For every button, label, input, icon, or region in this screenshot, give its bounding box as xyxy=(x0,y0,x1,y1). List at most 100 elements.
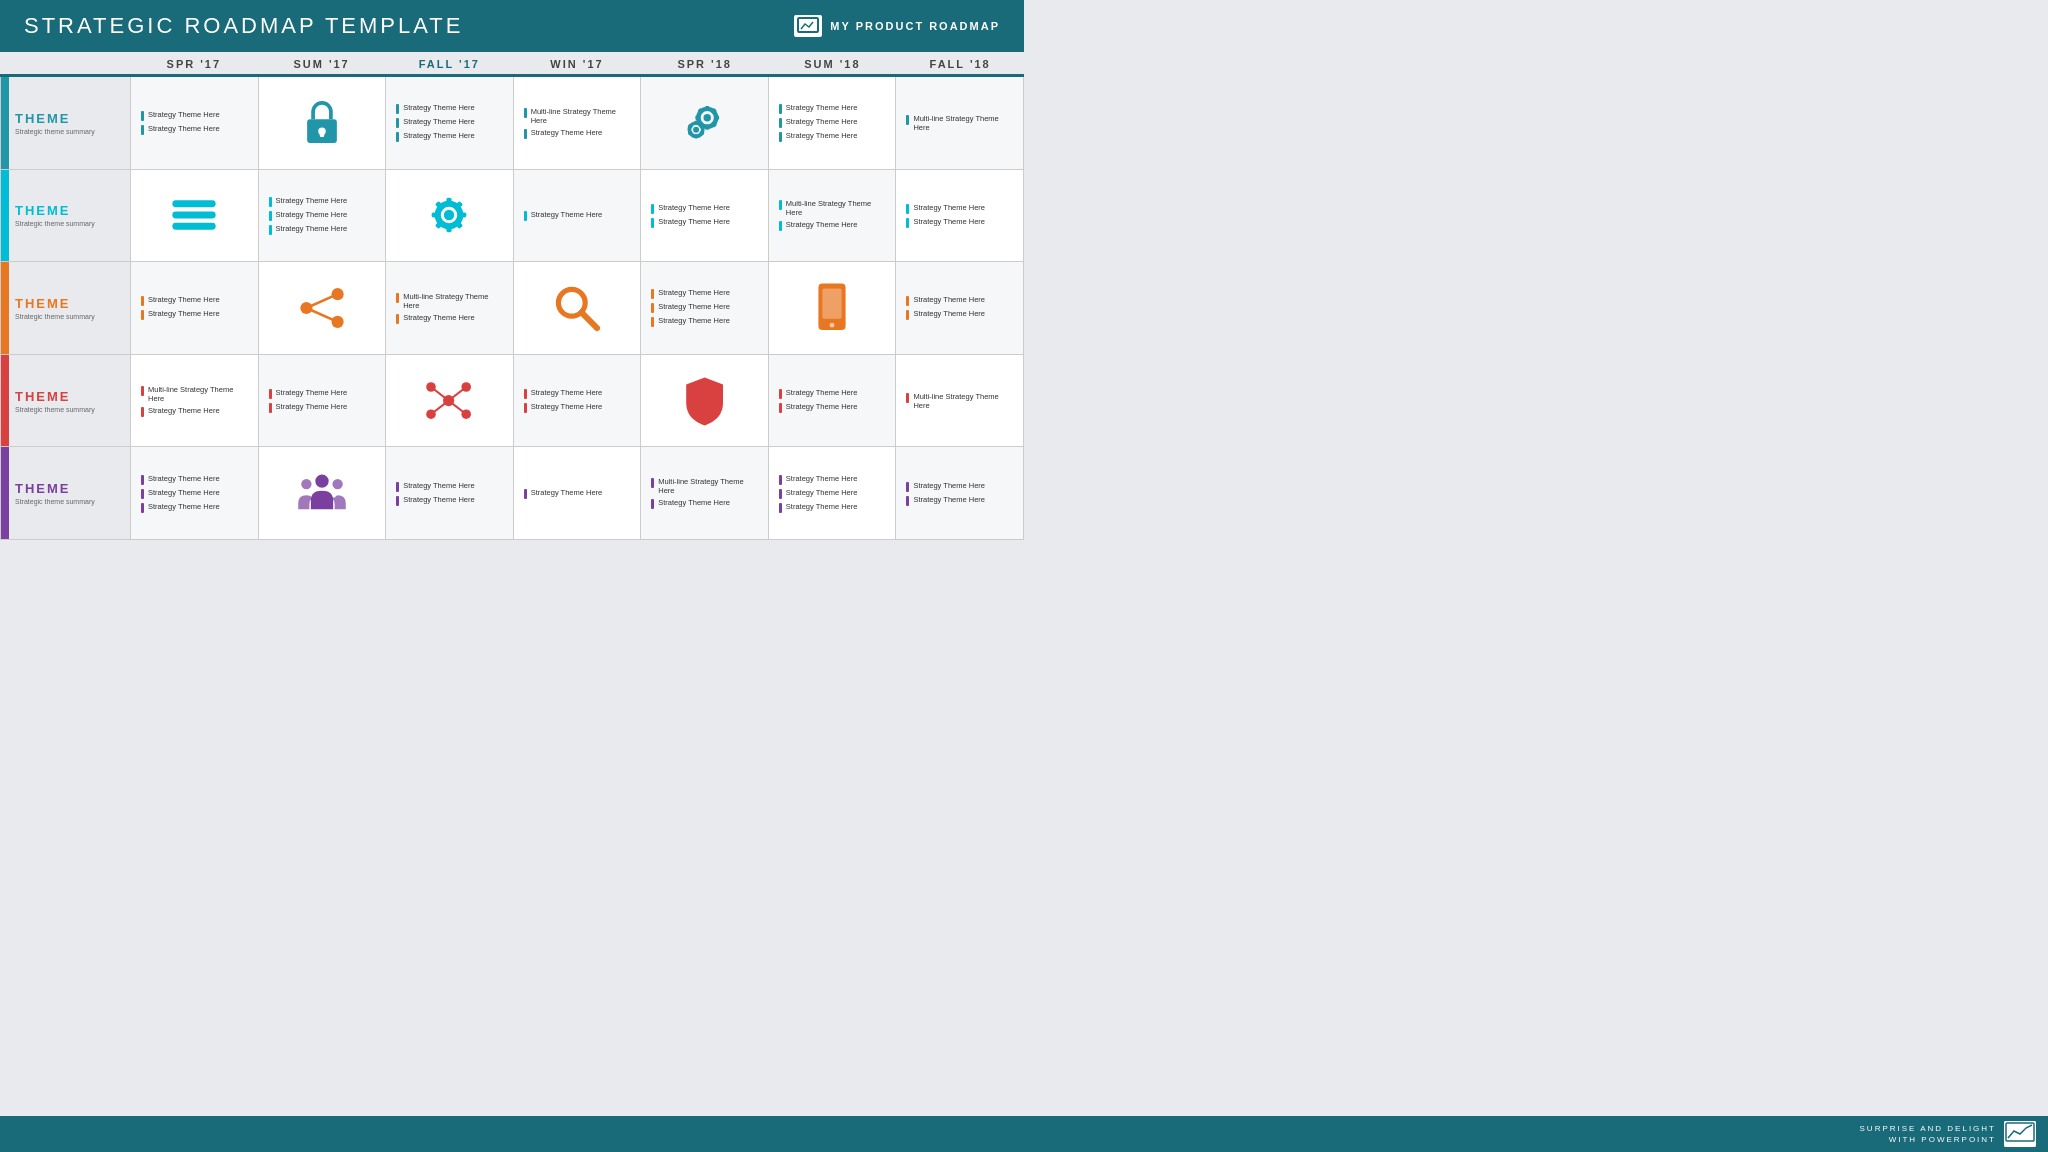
svg-rect-3 xyxy=(320,131,324,137)
list-item: Multi-line Strategy Theme Here xyxy=(906,114,1013,132)
row-theme-1: Theme xyxy=(15,203,122,218)
header: Strategic Roadmap Template My Product Ro… xyxy=(0,0,1024,52)
list-item: Strategy Theme Here xyxy=(269,388,376,399)
text-bar xyxy=(779,503,782,513)
text-bar xyxy=(906,218,909,228)
row-summary-0: Strategic theme summary xyxy=(15,128,122,135)
list-item: Strategy Theme Here xyxy=(524,488,631,499)
text-bar xyxy=(779,221,782,231)
col-header-3: WIN '17 xyxy=(513,58,641,70)
list-item: Strategy Theme Here xyxy=(141,295,248,306)
list-item: Strategy Theme Here xyxy=(141,406,248,417)
list-item: Multi-line Strategy Theme Here xyxy=(141,385,248,403)
text-bar xyxy=(141,503,144,513)
cell-r1-c0 xyxy=(131,170,259,263)
list-item: Multi-line Strategy Theme Here xyxy=(779,199,886,217)
svg-rect-24 xyxy=(173,223,216,230)
svg-line-52 xyxy=(431,400,449,414)
list-item: Multi-line Strategy Theme Here xyxy=(396,292,503,310)
text-bar xyxy=(141,125,144,135)
svg-rect-29 xyxy=(460,213,467,218)
list-item: Strategy Theme Here xyxy=(779,474,886,485)
list-item: Strategy Theme Here xyxy=(779,131,886,142)
list-item: Strategy Theme Here xyxy=(269,402,376,413)
text-bar xyxy=(779,118,782,128)
row-theme-0: Theme xyxy=(15,111,122,126)
text-bar xyxy=(141,386,144,396)
cell-r4-c6: Strategy Theme HereStrategy Theme Here xyxy=(896,447,1024,540)
list-item: Strategy Theme Here xyxy=(141,309,248,320)
text-bar xyxy=(906,496,909,506)
text-bar xyxy=(651,204,654,214)
text-bar xyxy=(396,496,399,506)
cell-r1-c3: Strategy Theme Here xyxy=(514,170,642,263)
list-item: Strategy Theme Here xyxy=(906,203,1013,214)
list-item: Strategy Theme Here xyxy=(269,224,376,235)
list-item: Strategy Theme Here xyxy=(524,388,631,399)
list-item: Strategy Theme Here xyxy=(651,217,758,228)
list-item: Strategy Theme Here xyxy=(779,402,886,413)
col-header-6: FALL '18 xyxy=(896,58,1024,70)
row-summary-4: Strategic theme summary xyxy=(15,498,122,505)
list-item: Multi-line Strategy Theme Here xyxy=(906,392,1013,410)
svg-point-26 xyxy=(444,210,454,220)
row-label-1: Theme Strategic theme summary xyxy=(1,170,131,263)
cell-r3-c0: Multi-line Strategy Theme Here Strategy T… xyxy=(131,355,259,448)
main-content: SPR '17SUM '17FALL '17WIN '17SPR '18SUM … xyxy=(0,52,1024,540)
list-item: Strategy Theme Here xyxy=(396,495,503,506)
text-bar xyxy=(269,403,272,413)
text-bar xyxy=(524,403,527,413)
brand-text: My Product Roadmap xyxy=(830,20,1000,32)
text-bar xyxy=(524,211,527,221)
cell-r4-c3: Strategy Theme Here xyxy=(514,447,642,540)
text-bar xyxy=(779,104,782,114)
text-bar xyxy=(396,132,399,142)
text-bar xyxy=(269,389,272,399)
cell-r3-c2 xyxy=(386,355,514,448)
list-item: Strategy Theme Here xyxy=(651,498,758,509)
list-item: Strategy Theme Here xyxy=(396,117,503,128)
list-item: Strategy Theme Here xyxy=(651,288,758,299)
cell-r3-c5: Strategy Theme HereStrategy Theme Here xyxy=(769,355,897,448)
header-brand: My Product Roadmap xyxy=(794,15,1000,37)
list-item: Strategy Theme Here xyxy=(651,302,758,313)
cell-r3-c3: Strategy Theme HereStrategy Theme Here xyxy=(514,355,642,448)
text-bar xyxy=(396,293,399,303)
column-headers: SPR '17SUM '17FALL '17WIN '17SPR '18SUM … xyxy=(0,52,1024,77)
header-title: Strategic Roadmap Template xyxy=(24,13,463,39)
brand-icon xyxy=(794,15,822,37)
svg-rect-8 xyxy=(713,115,718,119)
col-header-2: FALL '17 xyxy=(385,58,513,70)
col-header-1: SUM '17 xyxy=(258,58,386,70)
svg-line-39 xyxy=(306,308,337,322)
svg-line-41 xyxy=(581,312,597,328)
text-bar xyxy=(651,499,654,509)
cell-r3-c1: Strategy Theme Here Strategy Theme Here xyxy=(259,355,387,448)
svg-line-50 xyxy=(431,387,449,401)
cell-r4-c0: Strategy Theme HereStrategy Theme HereSt… xyxy=(131,447,259,540)
list-item: Strategy Theme Here xyxy=(141,474,248,485)
svg-point-54 xyxy=(315,475,328,488)
svg-rect-10 xyxy=(705,124,709,129)
row-summary-3: Strategic theme summary xyxy=(15,406,122,413)
list-item: Strategy Theme Here xyxy=(906,217,1013,228)
list-item: Strategy Theme Here xyxy=(141,124,248,135)
list-item: Strategy Theme Here xyxy=(396,131,503,142)
cell-r0-c2: Strategy Theme HereStrategy Theme HereSt… xyxy=(386,77,514,170)
text-bar xyxy=(141,475,144,485)
text-bar xyxy=(269,211,272,221)
list-item: Strategy Theme Here xyxy=(269,196,376,207)
text-bar xyxy=(269,197,272,207)
text-bar xyxy=(269,225,272,235)
cell-r0-c0: Strategy Theme HereStrategy Theme Here xyxy=(131,77,259,170)
list-item: Strategy Theme Here xyxy=(524,128,631,139)
row-label-2: Theme Strategic theme summary xyxy=(1,262,131,355)
cell-r4-c2: Strategy Theme HereStrategy Theme Here xyxy=(386,447,514,540)
svg-rect-31 xyxy=(447,226,452,233)
cell-r2-c4: Strategy Theme HereStrategy Theme HereSt… xyxy=(641,262,769,355)
cell-r0-c3: Multi-line Strategy Theme HereStrategy T… xyxy=(514,77,642,170)
svg-point-15 xyxy=(693,127,699,133)
list-item: Strategy Theme Here xyxy=(396,313,503,324)
col-header-0: SPR '17 xyxy=(130,58,258,70)
svg-line-53 xyxy=(449,400,467,414)
